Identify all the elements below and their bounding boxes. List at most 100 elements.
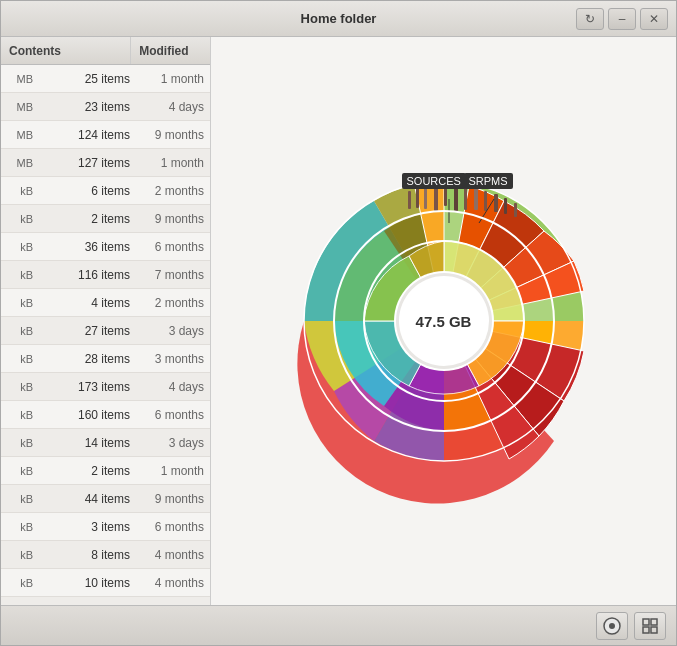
cell-size: kB [1,353,39,365]
cell-size: kB [1,325,39,337]
cell-size: kB [1,493,39,505]
cell-size: kB [1,521,39,533]
minimize-button[interactable]: – [608,8,636,30]
cell-size: MB [1,101,39,113]
svg-rect-11 [408,191,411,209]
cell-items: 173 items [39,380,136,394]
disc-icon [603,617,621,635]
svg-rect-6 [494,194,498,212]
svg-point-19 [609,623,615,629]
svg-rect-10 [416,186,419,208]
table-row[interactable]: kB 173 items 4 days [1,373,210,401]
table-row[interactable]: kB 4 items 2 months [1,289,210,317]
cell-modified: 2 months [136,184,210,198]
cell-modified: 9 months [136,212,210,226]
grid-icon [641,617,659,635]
table-row[interactable]: kB 3 items 6 months [1,513,210,541]
cell-items: 6 items [39,184,136,198]
cell-size: kB [1,437,39,449]
cell-modified: 1 month [136,72,210,86]
table-row[interactable]: kB 8 items 4 months [1,541,210,569]
cell-size: kB [1,409,39,421]
view-btn-2[interactable] [634,612,666,640]
view-btn-1[interactable] [596,612,628,640]
cell-items: 25 items [39,72,136,86]
table-row[interactable]: MB 23 items 4 days [1,93,210,121]
cell-size: kB [1,185,39,197]
cell-items: 14 items [39,436,136,450]
srpms-label: SRPMS [464,173,513,189]
cell-modified: 6 months [136,240,210,254]
svg-rect-3 [464,186,467,210]
refresh-button[interactable]: ↻ [576,8,604,30]
cell-items: 2 items [39,212,136,226]
cell-size: MB [1,157,39,169]
cell-modified: 4 months [136,576,210,590]
cell-items: 44 items [39,492,136,506]
list-header: Contents Modified [1,37,210,65]
cell-modified: 3 days [136,324,210,338]
cell-items: 124 items [39,128,136,142]
cell-modified: 9 months [136,128,210,142]
table-row[interactable]: MB 127 items 1 month [1,149,210,177]
file-list-body[interactable]: MB 25 items 1 month MB 23 items 4 days M… [1,65,210,605]
window-title: Home folder [301,11,377,26]
table-row[interactable]: kB 10 items 4 months [1,569,210,597]
cell-size: kB [1,381,39,393]
cell-items: 3 items [39,520,136,534]
cell-size: MB [1,129,39,141]
table-row[interactable]: MB 124 items 9 months [1,121,210,149]
sunburst-chart: SOURCES SRPMS [254,131,634,511]
cell-items: 2 items [39,464,136,478]
cell-items: 8 items [39,548,136,562]
cell-modified: 7 months [136,268,210,282]
table-row[interactable]: kB 5 items 5 months [1,597,210,605]
svg-rect-5 [484,191,487,211]
cell-modified: 3 months [136,352,210,366]
cell-size: kB [1,577,39,589]
table-row[interactable]: kB 44 items 9 months [1,485,210,513]
cell-modified: 4 days [136,380,210,394]
table-row[interactable]: kB 27 items 3 days [1,317,210,345]
cell-size: MB [1,73,39,85]
cell-size: kB [1,213,39,225]
table-row[interactable]: kB 28 items 3 months [1,345,210,373]
cell-items: 127 items [39,156,136,170]
cell-size: kB [1,465,39,477]
cell-size: kB [1,269,39,281]
sources-label: SOURCES [402,173,466,189]
cell-size: kB [1,241,39,253]
main-window: Home folder ↻ – ✕ Contents Modified MB 2… [0,0,677,646]
cell-modified: 4 days [136,100,210,114]
table-row[interactable]: kB 6 items 2 months [1,177,210,205]
table-row[interactable]: kB 36 items 6 months [1,233,210,261]
content-area: Contents Modified MB 25 items 1 month MB… [1,37,676,605]
modified-header: Modified [131,37,210,64]
cell-items: 4 items [39,296,136,310]
svg-rect-7 [504,198,507,214]
svg-rect-4 [474,188,478,210]
close-button[interactable]: ✕ [640,8,668,30]
svg-rect-23 [651,627,657,633]
svg-rect-22 [643,627,649,633]
cell-items: 23 items [39,100,136,114]
contents-header: Contents [1,37,131,64]
cell-items: 36 items [39,240,136,254]
cell-size: kB [1,549,39,561]
table-row[interactable]: kB 14 items 3 days [1,429,210,457]
table-row[interactable]: kB 160 items 6 months [1,401,210,429]
cell-items: 116 items [39,268,136,282]
cell-items: 10 items [39,576,136,590]
cell-items: 27 items [39,324,136,338]
table-row[interactable]: kB 116 items 7 months [1,261,210,289]
cell-modified: 6 months [136,408,210,422]
cell-modified: 2 months [136,296,210,310]
table-row[interactable]: kB 2 items 1 month [1,457,210,485]
table-row[interactable]: MB 25 items 1 month [1,65,210,93]
chart-panel: SOURCES SRPMS [211,37,676,605]
window-controls: ↻ – ✕ [576,8,668,30]
table-row[interactable]: kB 2 items 9 months [1,205,210,233]
cell-items: 28 items [39,352,136,366]
cell-modified: 6 months [136,520,210,534]
cell-items: 160 items [39,408,136,422]
